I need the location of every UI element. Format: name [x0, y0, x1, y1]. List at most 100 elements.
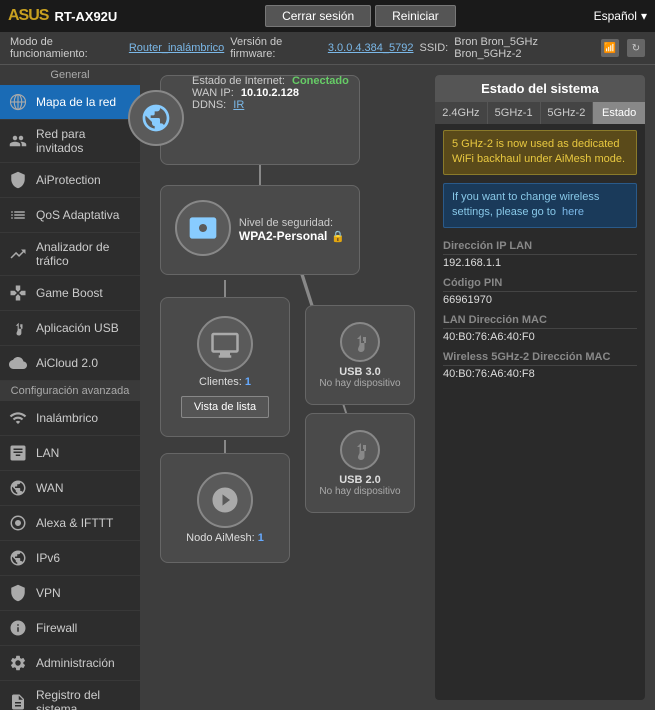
usb30-icon [340, 322, 380, 362]
sidebar-avanzada-header: Configuración avanzada [0, 381, 140, 401]
status-tabs: 2.4GHz 5GHz-1 5GHz-2 Estado [435, 102, 645, 124]
sidebar-item-qos[interactable]: QoS Adaptativa [0, 198, 140, 233]
refresh-icon[interactable]: ↻ [627, 39, 645, 57]
qos-icon [8, 205, 28, 225]
sidebar-item-aicloud[interactable]: AiCloud 2.0 [0, 346, 140, 381]
network-map-icon [8, 92, 28, 112]
shield-icon [8, 170, 28, 190]
sidebar-label: AiCloud 2.0 [36, 356, 98, 370]
wan-ip-value: 10.10.2.128 [241, 87, 299, 99]
ddns-link[interactable]: IR [233, 99, 244, 111]
clients-node: Clientes: 1 Vista de lista [160, 297, 290, 437]
sidebar-item-app-usb[interactable]: Aplicación USB [0, 311, 140, 346]
admin-icon [8, 653, 28, 673]
internet-status: Conectado [292, 75, 349, 87]
usb30-status: No hay dispositivo [319, 378, 400, 389]
language-selector[interactable]: Español ▾ [594, 9, 647, 23]
sidebar-label: Analizador de tráfico [36, 240, 132, 268]
status-fields: Dirección IP LAN 192.168.1.1 Código PIN … [443, 236, 637, 384]
lan-icon [8, 443, 28, 463]
internet-icon-circle [128, 90, 184, 146]
sidebar-item-firewall[interactable]: Firewall [0, 611, 140, 646]
lan-mac-label: LAN Dirección MAC [443, 310, 637, 329]
version-value[interactable]: 3.0.0.4.384_5792 [328, 42, 414, 54]
info-bar: Modo de funcionamiento: Router_inalámbri… [0, 32, 655, 65]
sidebar-item-inalambrico[interactable]: Inalámbrico [0, 401, 140, 436]
here-link[interactable]: here [562, 206, 584, 218]
lan-mac-value: 40:B0:76:A6:40:F0 [443, 329, 637, 347]
clients-label: Clientes: 1 [199, 376, 251, 388]
wireless-mac-label: Wireless 5GHz-2 Dirección MAC [443, 347, 637, 366]
model-text: RT-AX92U [54, 9, 117, 24]
sidebar-item-aiprotection[interactable]: AiProtection [0, 163, 140, 198]
sidebar-label: Alexa & IFTTT [36, 516, 113, 530]
sidebar-label: Game Boost [36, 286, 103, 300]
wifi-icon [8, 408, 28, 428]
sidebar-item-game-boost[interactable]: Game Boost [0, 276, 140, 311]
ssid-label: SSID: [420, 42, 449, 54]
view-list-button[interactable]: Vista de lista [181, 396, 269, 418]
sidebar-item-alexa[interactable]: Alexa & IFTTT [0, 506, 140, 541]
modo-link[interactable]: Router_inalámbrico [129, 42, 224, 54]
usb20-icon [340, 430, 380, 470]
vpn-icon [8, 583, 28, 603]
content-area: Estado de Internet: Conectado WAN IP: 10… [140, 65, 655, 710]
sidebar-label: IPv6 [36, 551, 60, 565]
wireless-mac-value: 40:B0:76:A6:40:F8 [443, 366, 637, 384]
sidebar-item-vpn[interactable]: VPN [0, 576, 140, 611]
sidebar-item-wan[interactable]: WAN [0, 471, 140, 506]
router-icon-circle [175, 200, 231, 256]
sidebar-general-header: General [0, 65, 140, 85]
sidebar-label: LAN [36, 446, 59, 460]
log-icon [8, 692, 28, 710]
sidebar-label: Inalámbrico [36, 411, 98, 425]
usb20-status: No hay dispositivo [319, 486, 400, 497]
sidebar-item-registro[interactable]: Registro del sistema [0, 681, 140, 710]
top-bar: ASUS RT-AX92U Cerrar sesión Reiniciar Es… [0, 0, 655, 32]
sidebar-item-lan[interactable]: LAN [0, 436, 140, 471]
pin-label: Código PIN [443, 273, 637, 292]
signal-icon[interactable]: 📶 [601, 39, 619, 57]
cerrar-sesion-button[interactable]: Cerrar sesión [265, 5, 371, 27]
chevron-down-icon: ▾ [641, 9, 647, 23]
tab-24ghz[interactable]: 2.4GHz [435, 102, 488, 124]
sidebar-label: Red para invitados [36, 127, 132, 155]
sidebar-label: VPN [36, 586, 61, 600]
sidebar-item-administracion[interactable]: Administración [0, 646, 140, 681]
usb20-node: USB 2.0 No hay dispositivo [305, 413, 415, 513]
wan-ip-row: WAN IP: 10.10.2.128 [192, 87, 392, 99]
security-value: WPA2-Personal [239, 229, 327, 243]
sidebar-label: AiProtection [36, 173, 101, 187]
sidebar-item-ipv6[interactable]: IPv6 [0, 541, 140, 576]
usb30-label: USB 3.0 [339, 366, 381, 378]
ddns-row: DDNS: IR [192, 99, 392, 111]
alexa-icon [8, 513, 28, 533]
sidebar-label: WAN [36, 481, 64, 495]
cloud-icon [8, 353, 28, 373]
sidebar-item-mapa-red[interactable]: Mapa de la red [0, 85, 140, 120]
clients-icon-circle [197, 316, 253, 372]
modo-label: Modo de funcionamiento: [10, 36, 123, 60]
sidebar-item-red-invitados[interactable]: Red para invitados [0, 120, 140, 163]
lan-ip-value: 192.168.1.1 [443, 255, 637, 273]
wan-icon [8, 478, 28, 498]
language-label: Español [594, 9, 637, 23]
info-bar-right: 📶 ↻ [601, 39, 645, 57]
ssid-values: Bron Bron_5GHz Bron_5GHz-2 [454, 36, 595, 60]
top-buttons: Cerrar sesión Reiniciar [265, 5, 456, 27]
usb30-node: USB 3.0 No hay dispositivo [305, 305, 415, 405]
sidebar-label: Firewall [36, 621, 77, 635]
reiniciar-button[interactable]: Reiniciar [375, 5, 456, 27]
sidebar-label: Administración [36, 656, 115, 670]
pin-value: 66961970 [443, 292, 637, 310]
usb-app-icon [8, 318, 28, 338]
tab-5ghz2[interactable]: 5GHz-2 [541, 102, 594, 124]
tab-estado[interactable]: Estado [593, 102, 645, 124]
internet-node: Estado de Internet: Conectado WAN IP: 10… [160, 75, 360, 165]
aimesh-node: Nodo AiMesh: 1 [160, 453, 290, 563]
sidebar-item-analizador[interactable]: Analizador de tráfico [0, 233, 140, 276]
tab-5ghz1[interactable]: 5GHz-1 [488, 102, 541, 124]
internet-info: Estado de Internet: Conectado WAN IP: 10… [192, 75, 392, 165]
status-panel: Estado del sistema 2.4GHz 5GHz-1 5GHz-2 … [435, 75, 645, 700]
lock-icon: 🔒 [331, 230, 345, 243]
